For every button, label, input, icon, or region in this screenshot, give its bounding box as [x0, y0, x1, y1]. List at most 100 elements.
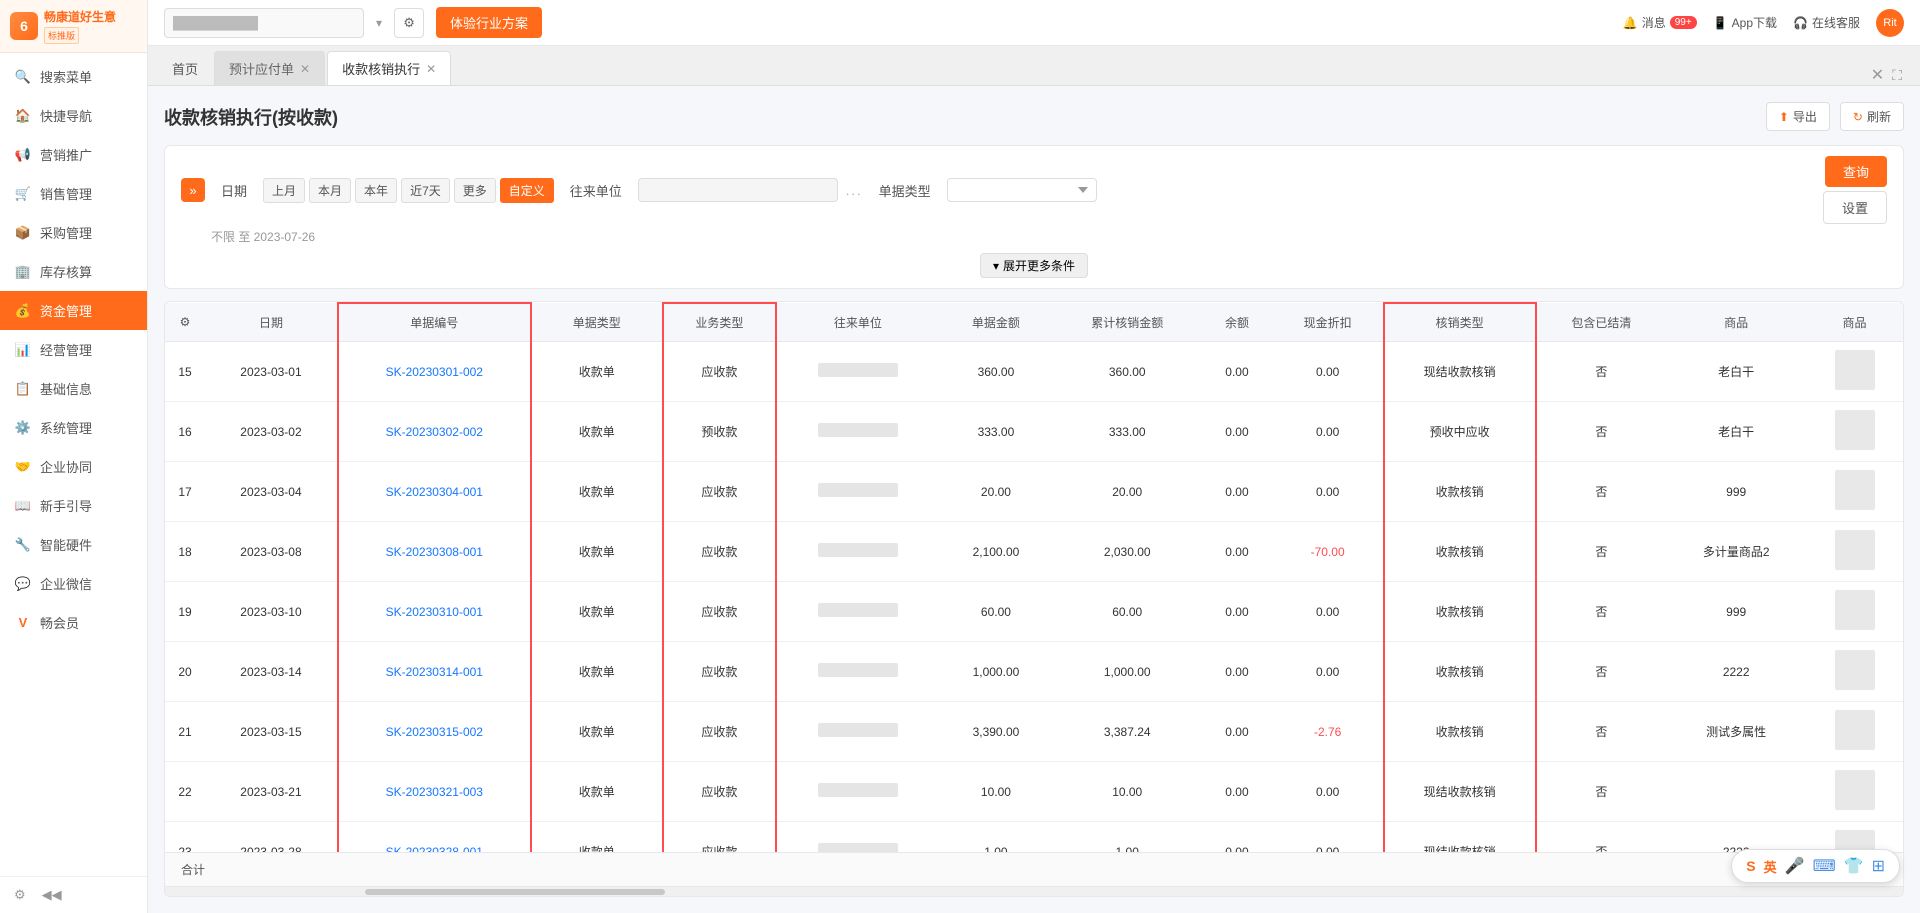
sidebar-item-system[interactable]: ⚙️ 系统管理: [0, 408, 147, 447]
bill-no-link[interactable]: SK-20230304-001: [386, 485, 483, 499]
tab-receipt-exec[interactable]: 收款核销执行 ✕: [327, 51, 451, 85]
sidebar-item-guide[interactable]: 📖 新手引导: [0, 486, 147, 525]
sidebar-item-quick[interactable]: 🏠 快捷导航: [0, 96, 147, 135]
partner-input[interactable]: [638, 178, 838, 202]
date-btn-more[interactable]: 更多: [454, 178, 496, 203]
date-btn-this-year[interactable]: 本年: [355, 178, 397, 203]
query-btn[interactable]: 查询: [1825, 156, 1887, 187]
receipt-type-select[interactable]: [947, 178, 1097, 202]
sidebar-item-operations[interactable]: 📊 经营管理: [0, 330, 147, 369]
online-service-btn[interactable]: 🎧 在线客服: [1793, 14, 1860, 31]
th-gear[interactable]: ⚙: [165, 303, 205, 342]
th-amount[interactable]: 单据金额: [939, 303, 1053, 342]
date-btn-this-month[interactable]: 本月: [309, 178, 351, 203]
date-btn-7days[interactable]: 近7天: [401, 178, 450, 203]
notification-btn[interactable]: 🔔 消息 99+: [1623, 14, 1697, 31]
date-btn-last-month[interactable]: 上月: [263, 178, 305, 203]
date-btn-custom[interactable]: 自定义: [500, 178, 554, 203]
receipt-exec-close-icon[interactable]: ✕: [426, 62, 436, 76]
th-cumulative[interactable]: 累计核销金额: [1053, 303, 1201, 342]
sidebar-item-enterprise[interactable]: 🤝 企业协同: [0, 447, 147, 486]
bill-no-link[interactable]: SK-20230301-002: [386, 365, 483, 379]
purchase-icon: 📦: [14, 224, 32, 242]
filter-expand-arrow[interactable]: »: [181, 178, 205, 202]
sidebar-item-wechat[interactable]: 💬 企业微信: [0, 564, 147, 603]
th-include-settled[interactable]: 包含已结清: [1536, 303, 1667, 342]
home-tab-label: 首页: [172, 59, 198, 78]
td-no: 18: [165, 522, 205, 582]
operations-icon: 📊: [14, 341, 32, 359]
sidebar-label-base: 基础信息: [40, 379, 92, 398]
scrollbar-thumb[interactable]: [365, 889, 665, 895]
th-balance[interactable]: 余额: [1201, 303, 1272, 342]
sidebar-label-purchase: 采购管理: [40, 223, 92, 242]
td-partner: [776, 522, 939, 582]
floating-grid-icon[interactable]: ⊞: [1872, 856, 1885, 876]
th-cash-discount[interactable]: 现金折扣: [1272, 303, 1383, 342]
filter-settings-btn[interactable]: 设置: [1823, 191, 1887, 224]
td-no: 20: [165, 642, 205, 702]
topbar-right: 🔔 消息 99+ 📱 App下载 🎧 在线客服 Rit: [1623, 9, 1904, 37]
sidebar-label-wechat: 企业微信: [40, 574, 92, 593]
settings-gear-btn[interactable]: ⚙: [394, 8, 424, 38]
bill-no-link[interactable]: SK-20230314-001: [386, 665, 483, 679]
bill-no-link[interactable]: SK-20230302-002: [386, 425, 483, 439]
floating-shirt-icon[interactable]: 👕: [1844, 856, 1864, 876]
td-partner: [776, 342, 939, 402]
sidebar-bottom: ⚙ ◀◀: [0, 876, 147, 913]
receipt-exec-tab-label: 收款核销执行: [342, 59, 420, 78]
sidebar-item-hardware[interactable]: 🔧 智能硬件: [0, 525, 147, 564]
th-product2[interactable]: 商品: [1806, 303, 1903, 342]
td-balance: 0.00: [1201, 402, 1272, 462]
th-bill-no[interactable]: 单据编号: [338, 303, 531, 342]
data-table-wrapper: ⚙ 日期 单据编号 单据类型 业务类型 往来单位 单据金额 累计核销金额 余额 …: [164, 301, 1904, 897]
sidebar-item-search[interactable]: 🔍 搜索菜单: [0, 57, 147, 96]
dropdown-chevron-icon[interactable]: ▾: [376, 16, 382, 30]
bill-no-link[interactable]: SK-20230308-001: [386, 545, 483, 559]
th-bill-type[interactable]: 单据类型: [531, 303, 663, 342]
expand-down-icon: ▾: [993, 259, 999, 273]
settings-icon[interactable]: ⚙: [14, 887, 26, 903]
th-date[interactable]: 日期: [205, 303, 338, 342]
horizontal-scrollbar[interactable]: [165, 886, 1903, 896]
bill-no-link[interactable]: SK-20230321-003: [386, 785, 483, 799]
sidebar-item-purchase[interactable]: 📦 采购管理: [0, 213, 147, 252]
sidebar-item-finance[interactable]: 💰 资金管理: [0, 291, 147, 330]
sidebar-item-marketing[interactable]: 📢 营销推广: [0, 135, 147, 174]
tab-expand-icon[interactable]: ⛶: [1892, 67, 1902, 84]
td-product2: [1806, 342, 1903, 402]
tab-close-all-icon[interactable]: ✕: [1871, 65, 1884, 85]
date-range-display: 不限 至 2023-07-26: [181, 228, 1887, 245]
floating-keyboard-icon[interactable]: ⌨: [1813, 856, 1836, 876]
th-verify-type[interactable]: 核销类型: [1384, 303, 1536, 342]
sidebar-item-member[interactable]: V 畅会员: [0, 603, 147, 642]
wechat-icon: 💬: [14, 575, 32, 593]
export-btn[interactable]: ⬆ 导出: [1766, 102, 1830, 131]
expand-more-btn[interactable]: ▾ 展开更多条件: [980, 253, 1088, 278]
table-container[interactable]: ⚙ 日期 单据编号 单据类型 业务类型 往来单位 单据金额 累计核销金额 余额 …: [165, 302, 1903, 852]
tab-pre-receipt[interactable]: 预计应付单 ✕: [214, 51, 325, 85]
partner-dots: ...: [846, 183, 863, 198]
sidebar-item-base[interactable]: 📋 基础信息: [0, 369, 147, 408]
tab-home[interactable]: 首页: [158, 51, 212, 85]
th-biz-type[interactable]: 业务类型: [663, 303, 776, 342]
footer-total-label: 合计: [181, 861, 205, 878]
bill-no-link[interactable]: SK-20230328-001: [386, 845, 483, 853]
user-avatar[interactable]: Rit: [1876, 9, 1904, 37]
date-filter-buttons: 上月 本月 本年 近7天 更多 自定义: [263, 178, 554, 203]
bill-no-link[interactable]: SK-20230310-001: [386, 605, 483, 619]
th-partner[interactable]: 往来单位: [776, 303, 939, 342]
finance-icon: 💰: [14, 302, 32, 320]
floating-mic-icon[interactable]: 🎤: [1785, 856, 1805, 876]
collapse-icon[interactable]: ◀◀: [42, 887, 62, 903]
pre-receipt-close-icon[interactable]: ✕: [300, 62, 310, 76]
td-cash-discount: 0.00: [1272, 462, 1383, 522]
th-product[interactable]: 商品: [1666, 303, 1806, 342]
refresh-btn[interactable]: ↻ 刷新: [1840, 102, 1904, 131]
sidebar-item-inventory[interactable]: 🏢 库存核算: [0, 252, 147, 291]
app-download-btn[interactable]: 📱 App下载: [1713, 14, 1777, 31]
td-amount: 20.00: [939, 462, 1053, 522]
sidebar-item-sales[interactable]: 🛒 销售管理: [0, 174, 147, 213]
solution-btn[interactable]: 体验行业方案: [436, 7, 542, 38]
bill-no-link[interactable]: SK-20230315-002: [386, 725, 483, 739]
